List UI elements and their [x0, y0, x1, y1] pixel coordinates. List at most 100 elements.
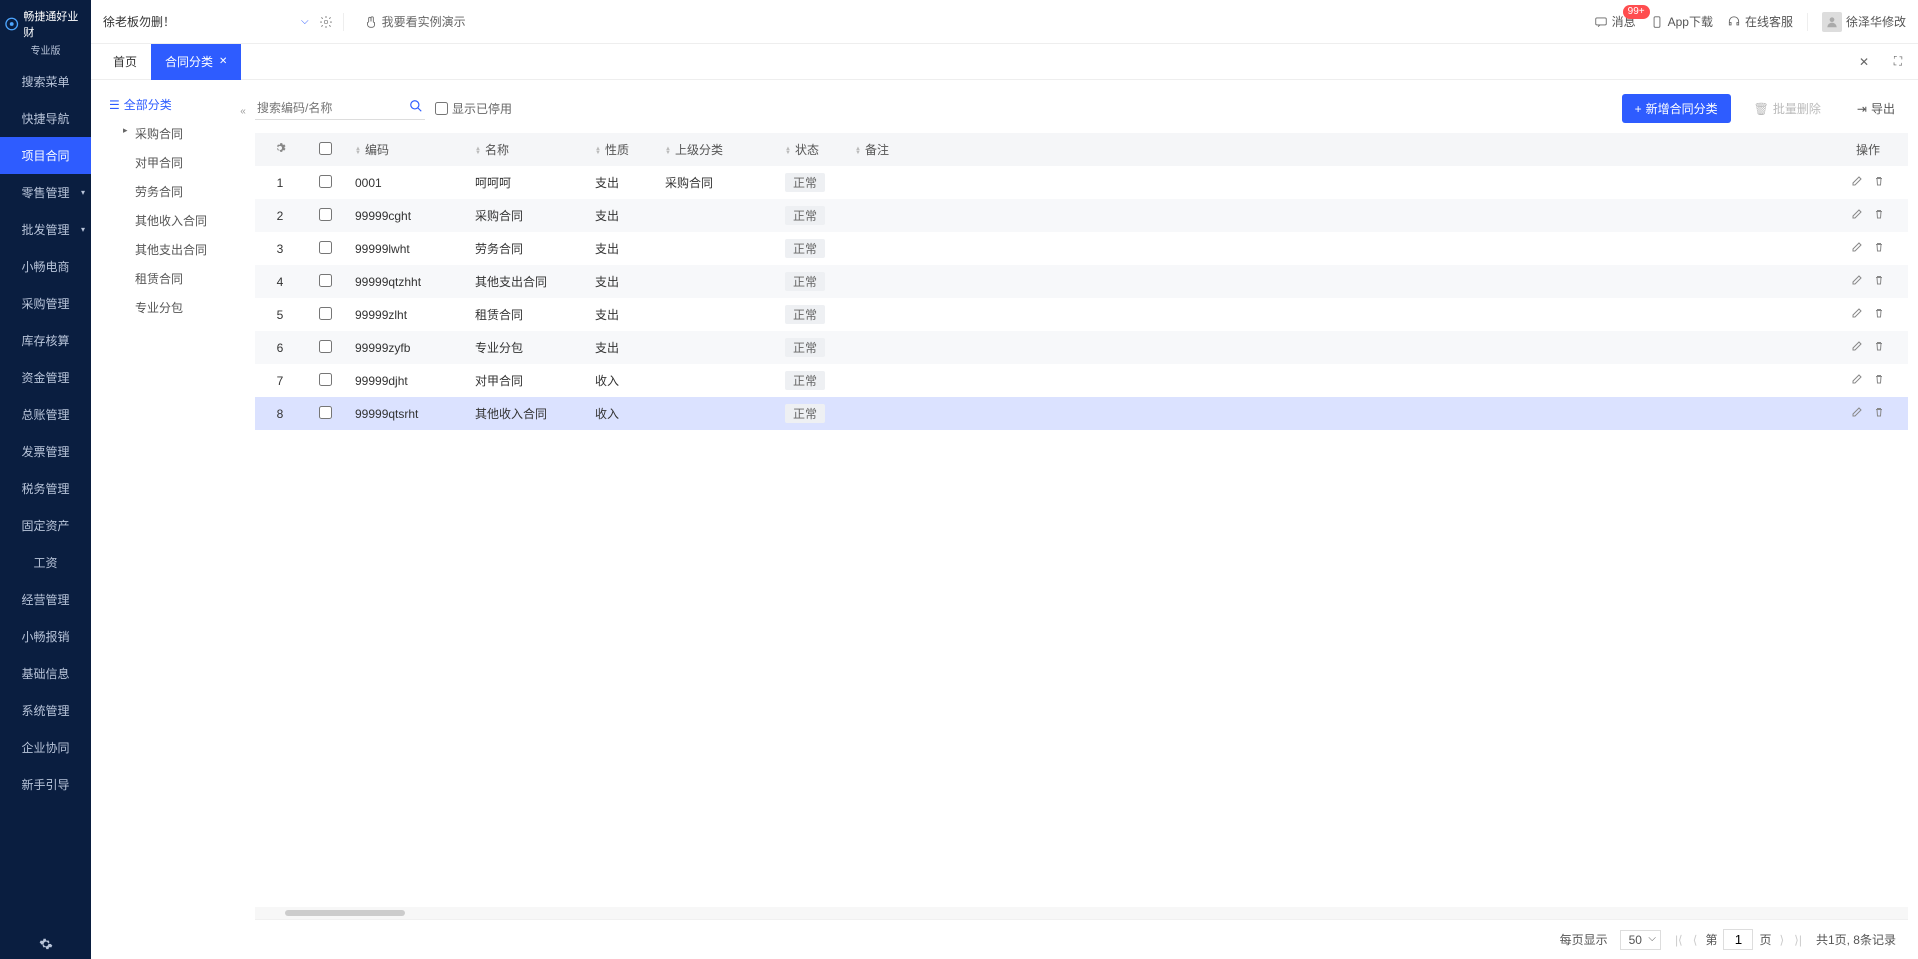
messages-button[interactable]: 消息 99+	[1594, 13, 1636, 30]
row-checkbox[interactable]	[319, 373, 332, 386]
demo-link[interactable]: 我要看实例演示	[364, 13, 466, 30]
delete-button[interactable]	[1873, 274, 1885, 289]
table-row[interactable]: 10001呵呵呵支出采购合同正常	[255, 166, 1908, 199]
select-all-checkbox[interactable]	[319, 142, 332, 155]
prev-page-button[interactable]: ⟨	[1691, 933, 1700, 947]
row-checkbox[interactable]	[319, 175, 332, 188]
table-row[interactable]: 499999qtzhht其他支出合同支出正常	[255, 265, 1908, 298]
delete-button[interactable]	[1873, 340, 1885, 355]
next-page-button[interactable]: ⟩	[1777, 933, 1786, 947]
plus-icon: +	[1635, 102, 1642, 116]
fullscreen-button[interactable]: ⛶	[1886, 50, 1910, 74]
nav-item-10[interactable]: 发票管理	[0, 433, 91, 470]
user-menu[interactable]: 徐泽华修改	[1822, 12, 1906, 32]
tree-item-2[interactable]: 劳务合同	[121, 177, 241, 206]
tree-item-6[interactable]: 专业分包	[121, 293, 241, 322]
edit-button[interactable]	[1851, 208, 1863, 223]
table-row[interactable]: 699999zyfb专业分包支出正常	[255, 331, 1908, 364]
nav-item-18[interactable]: 企业协同	[0, 729, 91, 766]
edit-button[interactable]	[1851, 175, 1863, 190]
col-settings[interactable]	[255, 133, 305, 166]
row-index: 3	[255, 232, 305, 265]
tab-close-icon[interactable]: ✕	[219, 56, 227, 67]
table-row[interactable]: 799999djht对甲合同收入正常	[255, 364, 1908, 397]
tab-home[interactable]: 首页	[99, 44, 151, 80]
col-select-all[interactable]	[305, 133, 345, 166]
support-button[interactable]: 在线客服	[1727, 13, 1793, 30]
delete-button[interactable]	[1873, 406, 1885, 421]
nav-item-7[interactable]: 库存核算	[0, 322, 91, 359]
batch-delete-button[interactable]: 🗑 批量删除	[1741, 94, 1834, 123]
nav-item-13[interactable]: 工资	[0, 544, 91, 581]
add-category-button[interactable]: + 新增合同分类	[1622, 94, 1731, 123]
row-checkbox[interactable]	[319, 307, 332, 320]
nav-item-16[interactable]: 基础信息	[0, 655, 91, 692]
edit-button[interactable]	[1851, 307, 1863, 322]
nav-item-2[interactable]: 项目合同	[0, 137, 91, 174]
search-icon[interactable]	[409, 99, 423, 116]
nav-item-17[interactable]: 系统管理	[0, 692, 91, 729]
per-page-select[interactable]: 50	[1620, 930, 1661, 950]
row-checkbox[interactable]	[319, 208, 332, 221]
delete-button[interactable]	[1873, 241, 1885, 256]
row-checkbox[interactable]	[319, 274, 332, 287]
nav-item-3[interactable]: 零售管理▾	[0, 174, 91, 211]
nav-item-12[interactable]: 固定资产	[0, 507, 91, 544]
edit-button[interactable]	[1851, 274, 1863, 289]
show-disabled-input[interactable]	[435, 102, 448, 115]
tree-item-0[interactable]: 采购合同	[121, 119, 241, 148]
tree-item-1[interactable]: 对甲合同	[121, 148, 241, 177]
nav-item-9[interactable]: 总账管理	[0, 396, 91, 433]
tree-root[interactable]: ☰ 全部分类	[101, 90, 241, 119]
nav-item-11[interactable]: 税务管理	[0, 470, 91, 507]
settings-icon[interactable]	[39, 937, 53, 951]
col-nature[interactable]: ▲▼性质	[585, 133, 655, 166]
nav-item-6[interactable]: 采购管理	[0, 285, 91, 322]
nav-item-0[interactable]: 搜索菜单	[0, 63, 91, 100]
table-row[interactable]: 599999zlht租赁合同支出正常	[255, 298, 1908, 331]
nav-item-8[interactable]: 资金管理	[0, 359, 91, 396]
table-row[interactable]: 299999cght采购合同支出正常	[255, 199, 1908, 232]
delete-button[interactable]	[1873, 175, 1885, 190]
row-checkbox[interactable]	[319, 406, 332, 419]
tree-item-3[interactable]: 其他收入合同	[121, 206, 241, 235]
show-disabled-checkbox[interactable]: 显示已停用	[435, 100, 512, 117]
delete-button[interactable]	[1873, 307, 1885, 322]
tree-item-4[interactable]: 其他支出合同	[121, 235, 241, 264]
delete-button[interactable]	[1873, 373, 1885, 388]
col-name[interactable]: ▲▼名称	[465, 133, 585, 166]
nav-item-19[interactable]: 新手引导	[0, 766, 91, 803]
close-all-tabs-button[interactable]: ✕	[1852, 50, 1876, 74]
col-status[interactable]: ▲▼状态	[775, 133, 845, 166]
horizontal-scrollbar[interactable]	[255, 907, 1908, 919]
nav-item-5[interactable]: 小畅电商	[0, 248, 91, 285]
row-checkbox[interactable]	[319, 340, 332, 353]
edit-button[interactable]	[1851, 241, 1863, 256]
tree-item-5[interactable]: 租赁合同	[121, 264, 241, 293]
search-input[interactable]	[255, 97, 425, 120]
nav-item-14[interactable]: 经营管理	[0, 581, 91, 618]
last-page-button[interactable]: ⟩|	[1792, 933, 1804, 947]
nav-item-1[interactable]: 快捷导航	[0, 100, 91, 137]
edit-button[interactable]	[1851, 373, 1863, 388]
col-parent[interactable]: ▲▼上级分类	[655, 133, 775, 166]
col-remark[interactable]: ▲▼备注	[845, 133, 1828, 166]
page-input[interactable]	[1723, 929, 1753, 950]
delete-button[interactable]	[1873, 208, 1885, 223]
col-code[interactable]: ▲▼编码	[345, 133, 465, 166]
collapse-tree-button[interactable]: «	[235, 96, 251, 126]
table-row[interactable]: 399999lwht劳务合同支出正常	[255, 232, 1908, 265]
table-row[interactable]: 899999qtsrht其他收入合同收入正常	[255, 397, 1908, 430]
export-button[interactable]: ⇥ 导出	[1844, 94, 1908, 123]
gear-icon[interactable]	[319, 15, 333, 29]
edit-button[interactable]	[1851, 340, 1863, 355]
org-selector[interactable]: 徐老板勿删！ ⌵	[103, 13, 309, 30]
edit-button[interactable]	[1851, 406, 1863, 421]
row-checkbox[interactable]	[319, 241, 332, 254]
app-download-button[interactable]: App下载	[1650, 13, 1713, 30]
messages-badge: 99+	[1623, 5, 1650, 19]
first-page-button[interactable]: |⟨	[1673, 933, 1685, 947]
nav-item-4[interactable]: 批发管理▾	[0, 211, 91, 248]
tab-contract-category[interactable]: 合同分类 ✕	[151, 44, 241, 80]
nav-item-15[interactable]: 小畅报销	[0, 618, 91, 655]
